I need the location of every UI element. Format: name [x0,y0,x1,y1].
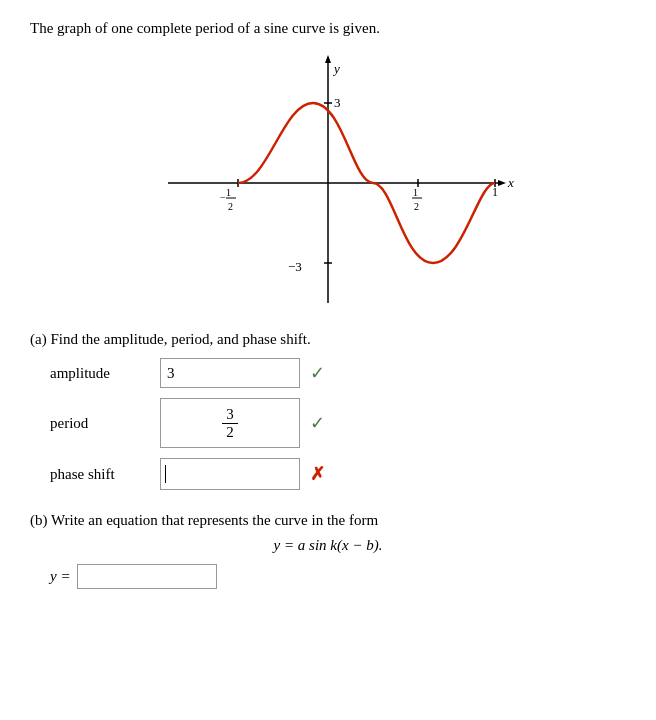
svg-text:2: 2 [228,201,233,212]
svg-marker-3 [325,55,331,63]
cursor [165,465,166,483]
svg-text:2: 2 [414,201,419,212]
part-b-section: (b) Write an equation that represents th… [30,512,626,589]
intro-text: The graph of one complete period of a si… [30,20,626,37]
graph-container: 3 −3 y x − 1 2 1 2 1 [30,53,626,313]
y-equals-label: y = [50,568,71,585]
svg-text:1: 1 [413,187,418,198]
period-denominator: 2 [222,424,238,441]
svg-text:1: 1 [492,185,498,199]
period-numerator: 3 [222,406,238,424]
svg-text:3: 3 [334,95,341,110]
equation-form: y = a sin k(x − b). [30,537,626,554]
y-equals-input[interactable] [77,564,217,589]
phase-shift-label: phase shift [50,466,160,483]
period-input-box[interactable]: 3 2 [160,398,300,448]
amplitude-input[interactable] [160,358,300,388]
svg-marker-2 [498,180,506,186]
svg-text:1: 1 [226,187,231,198]
period-label: period [50,415,160,432]
amplitude-row: amplitude ✓ [30,358,626,388]
svg-text:y: y [332,61,340,76]
sine-graph: 3 −3 y x − 1 2 1 2 1 [138,53,518,313]
period-row: period 3 2 ✓ [30,398,626,448]
y-equals-row: y = [30,564,626,589]
period-check-icon: ✓ [310,412,325,434]
phase-shift-row: phase shift ✗ [30,458,626,490]
part-a-label: (a) Find the amplitude, period, and phas… [30,331,626,348]
amplitude-label: amplitude [50,365,160,382]
svg-text:x: x [507,175,514,190]
svg-text:−3: −3 [288,259,302,274]
phase-shift-input-box[interactable] [160,458,300,490]
phase-shift-cross-icon: ✗ [310,463,325,485]
period-fraction: 3 2 [222,406,238,440]
amplitude-check-icon: ✓ [310,362,325,384]
part-b-label: (b) Write an equation that represents th… [30,512,626,529]
